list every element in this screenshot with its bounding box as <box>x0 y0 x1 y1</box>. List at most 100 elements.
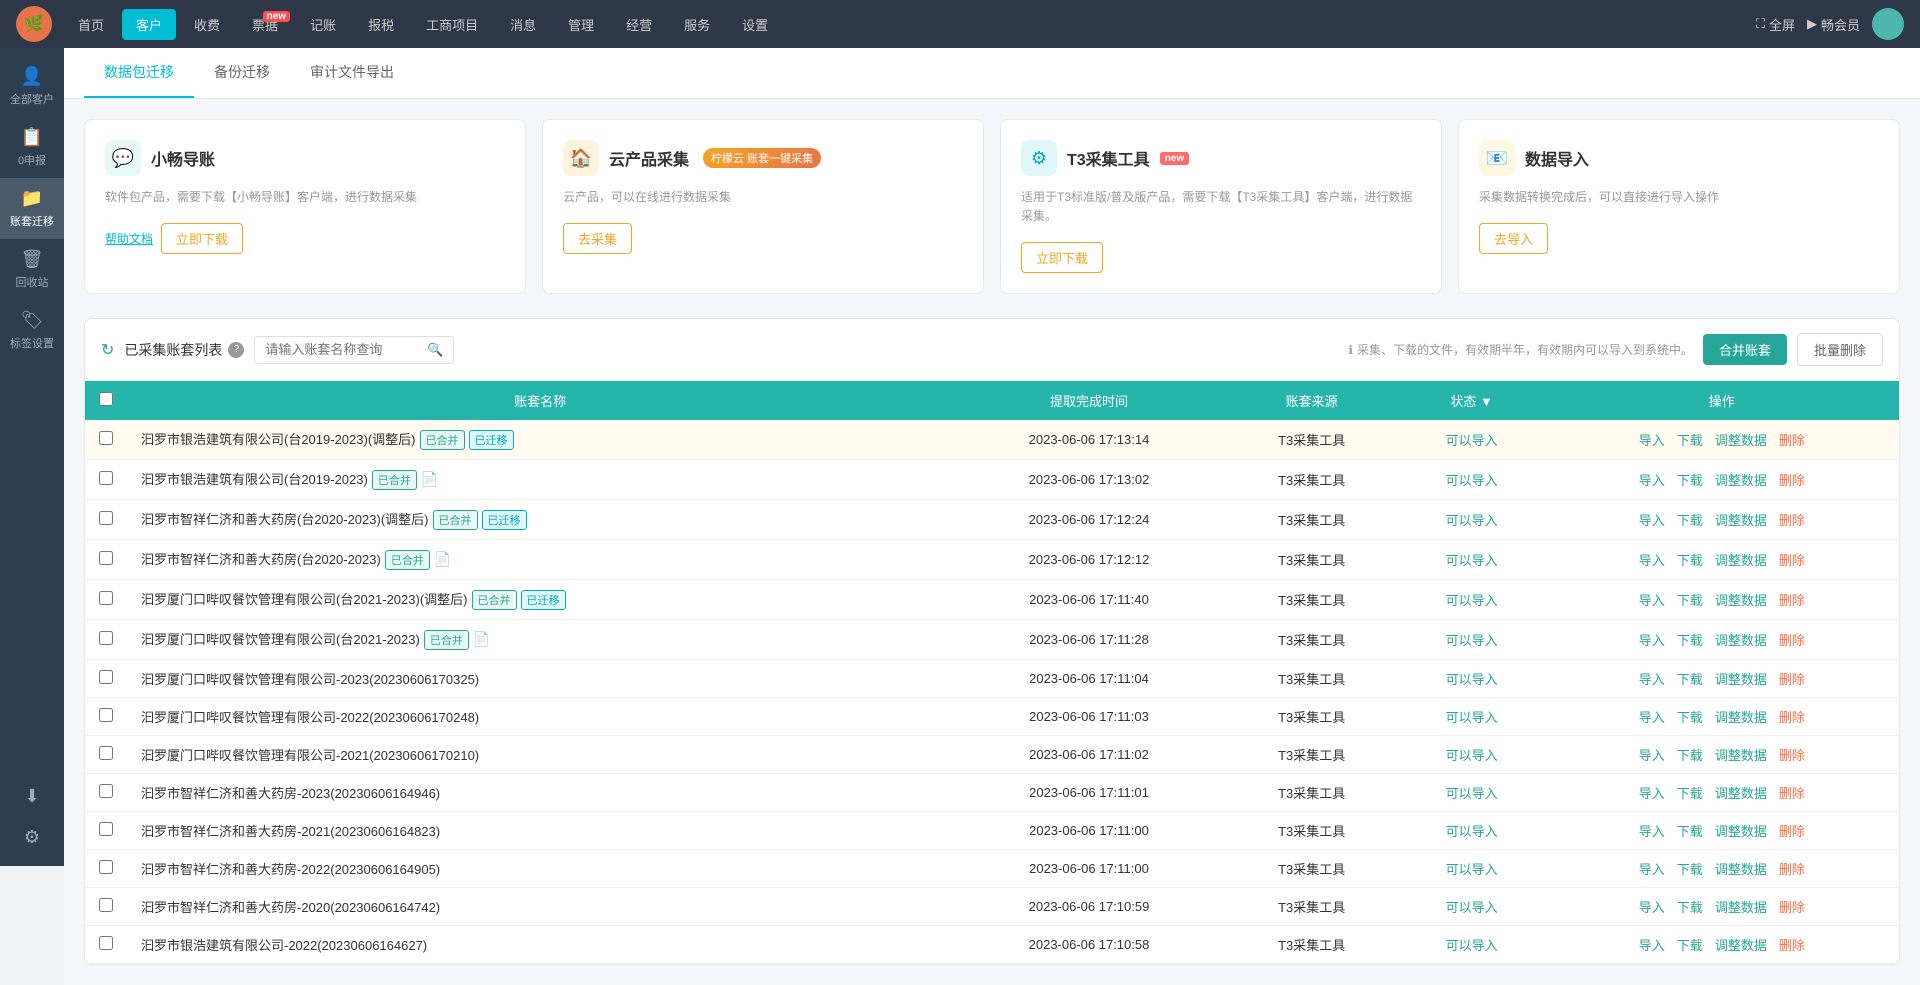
action-导入[interactable]: 导入 <box>1639 707 1665 726</box>
search-icon[interactable]: 🔍 <box>427 342 443 358</box>
action-导入[interactable]: 导入 <box>1639 783 1665 802</box>
nav-item-settings[interactable]: 设置 <box>728 9 782 40</box>
select-all-checkbox[interactable] <box>99 392 113 406</box>
go-import-button[interactable]: 去导入 <box>1479 223 1548 254</box>
vip-button[interactable]: ▶ 畅会员 <box>1807 15 1860 34</box>
user-avatar[interactable] <box>1872 8 1904 40</box>
action-删除[interactable]: 删除 <box>1779 821 1805 840</box>
action-调整数据[interactable]: 调整数据 <box>1715 935 1767 954</box>
row-checkbox[interactable] <box>99 822 113 836</box>
action-下载[interactable]: 下载 <box>1677 550 1703 569</box>
nav-item-message[interactable]: 消息 <box>496 9 550 40</box>
header-status[interactable]: 状态 ▼ <box>1399 381 1545 420</box>
action-调整数据[interactable]: 调整数据 <box>1715 630 1767 649</box>
row-checkbox[interactable] <box>99 551 113 565</box>
action-调整数据[interactable]: 调整数据 <box>1715 783 1767 802</box>
action-删除[interactable]: 删除 <box>1779 669 1805 688</box>
action-删除[interactable]: 删除 <box>1779 859 1805 878</box>
go-collect-button[interactable]: 去采集 <box>563 223 632 254</box>
sidebar-item-zero-declaration[interactable]: 📋 0申报 <box>0 117 64 178</box>
action-导入[interactable]: 导入 <box>1639 630 1665 649</box>
row-checkbox[interactable] <box>99 591 113 605</box>
action-下载[interactable]: 下载 <box>1677 707 1703 726</box>
merge-button[interactable]: 合并账套 <box>1703 334 1787 365</box>
action-导入[interactable]: 导入 <box>1639 821 1665 840</box>
row-checkbox[interactable] <box>99 708 113 722</box>
sidebar-item-download[interactable]: ⬇ <box>24 776 40 817</box>
row-checkbox[interactable] <box>99 746 113 760</box>
action-下载[interactable]: 下载 <box>1677 745 1703 764</box>
row-checkbox[interactable] <box>99 860 113 874</box>
action-下载[interactable]: 下载 <box>1677 897 1703 916</box>
action-导入[interactable]: 导入 <box>1639 510 1665 529</box>
action-删除[interactable]: 删除 <box>1779 935 1805 954</box>
nav-item-tax[interactable]: 报税 <box>354 9 408 40</box>
action-删除[interactable]: 删除 <box>1779 630 1805 649</box>
row-checkbox[interactable] <box>99 936 113 950</box>
nav-item-business[interactable]: 工商项目 <box>412 9 492 40</box>
nav-item-fee[interactable]: 收费 <box>180 9 234 40</box>
action-下载[interactable]: 下载 <box>1677 783 1703 802</box>
action-删除[interactable]: 删除 <box>1779 550 1805 569</box>
action-调整数据[interactable]: 调整数据 <box>1715 707 1767 726</box>
tab-data-migration[interactable]: 数据包迁移 <box>84 48 194 98</box>
help-doc-link[interactable]: 帮助文档 <box>105 230 153 247</box>
sidebar-item-all-customers[interactable]: 👤 全部客户 <box>0 56 64 117</box>
action-删除[interactable]: 删除 <box>1779 470 1805 489</box>
action-调整数据[interactable]: 调整数据 <box>1715 745 1767 764</box>
action-删除[interactable]: 删除 <box>1779 897 1805 916</box>
row-checkbox[interactable] <box>99 670 113 684</box>
action-导入[interactable]: 导入 <box>1639 935 1665 954</box>
action-下载[interactable]: 下载 <box>1677 821 1703 840</box>
batch-delete-button[interactable]: 批量删除 <box>1797 333 1883 366</box>
action-导入[interactable]: 导入 <box>1639 859 1665 878</box>
action-下载[interactable]: 下载 <box>1677 669 1703 688</box>
action-下载[interactable]: 下载 <box>1677 590 1703 609</box>
action-删除[interactable]: 删除 <box>1779 707 1805 726</box>
nav-item-customer[interactable]: 客户 <box>122 9 176 40</box>
action-调整数据[interactable]: 调整数据 <box>1715 470 1767 489</box>
t3-download-button[interactable]: 立即下载 <box>1021 242 1103 273</box>
sidebar-item-recycle[interactable]: 🗑 回收站 <box>0 239 64 300</box>
action-导入[interactable]: 导入 <box>1639 590 1665 609</box>
action-下载[interactable]: 下载 <box>1677 470 1703 489</box>
nav-item-invoice[interactable]: 票据new <box>238 9 292 40</box>
action-删除[interactable]: 删除 <box>1779 745 1805 764</box>
nav-item-manage[interactable]: 管理 <box>554 9 608 40</box>
row-checkbox[interactable] <box>99 511 113 525</box>
nav-item-service[interactable]: 服务 <box>670 9 724 40</box>
sidebar-item-tag-settings[interactable]: 🏷 标签设置 <box>0 300 64 361</box>
action-导入[interactable]: 导入 <box>1639 430 1665 449</box>
action-下载[interactable]: 下载 <box>1677 935 1703 954</box>
action-调整数据[interactable]: 调整数据 <box>1715 897 1767 916</box>
action-调整数据[interactable]: 调整数据 <box>1715 590 1767 609</box>
action-调整数据[interactable]: 调整数据 <box>1715 821 1767 840</box>
row-checkbox[interactable] <box>99 784 113 798</box>
action-下载[interactable]: 下载 <box>1677 510 1703 529</box>
help-icon[interactable]: ? <box>228 342 244 358</box>
action-删除[interactable]: 删除 <box>1779 510 1805 529</box>
action-调整数据[interactable]: 调整数据 <box>1715 430 1767 449</box>
row-checkbox[interactable] <box>99 898 113 912</box>
sidebar-item-account-migration[interactable]: 📁 账套迁移 <box>0 178 64 239</box>
action-调整数据[interactable]: 调整数据 <box>1715 550 1767 569</box>
search-box[interactable]: 🔍 <box>254 336 454 364</box>
action-调整数据[interactable]: 调整数据 <box>1715 669 1767 688</box>
action-导入[interactable]: 导入 <box>1639 745 1665 764</box>
action-下载[interactable]: 下载 <box>1677 859 1703 878</box>
sidebar-item-config[interactable]: ⚙ <box>24 817 40 858</box>
action-导入[interactable]: 导入 <box>1639 669 1665 688</box>
row-checkbox[interactable] <box>99 471 113 485</box>
action-调整数据[interactable]: 调整数据 <box>1715 510 1767 529</box>
row-checkbox[interactable] <box>99 631 113 645</box>
row-checkbox[interactable] <box>99 431 113 445</box>
nav-item-bookkeeping[interactable]: 记账 <box>296 9 350 40</box>
fullscreen-button[interactable]: ⛶ 全屏 <box>1756 15 1795 34</box>
action-导入[interactable]: 导入 <box>1639 550 1665 569</box>
action-下载[interactable]: 下载 <box>1677 630 1703 649</box>
tab-backup-migration[interactable]: 备份迁移 <box>194 48 290 98</box>
action-删除[interactable]: 删除 <box>1779 430 1805 449</box>
action-删除[interactable]: 删除 <box>1779 590 1805 609</box>
action-删除[interactable]: 删除 <box>1779 783 1805 802</box>
nav-item-operation[interactable]: 经营 <box>612 9 666 40</box>
